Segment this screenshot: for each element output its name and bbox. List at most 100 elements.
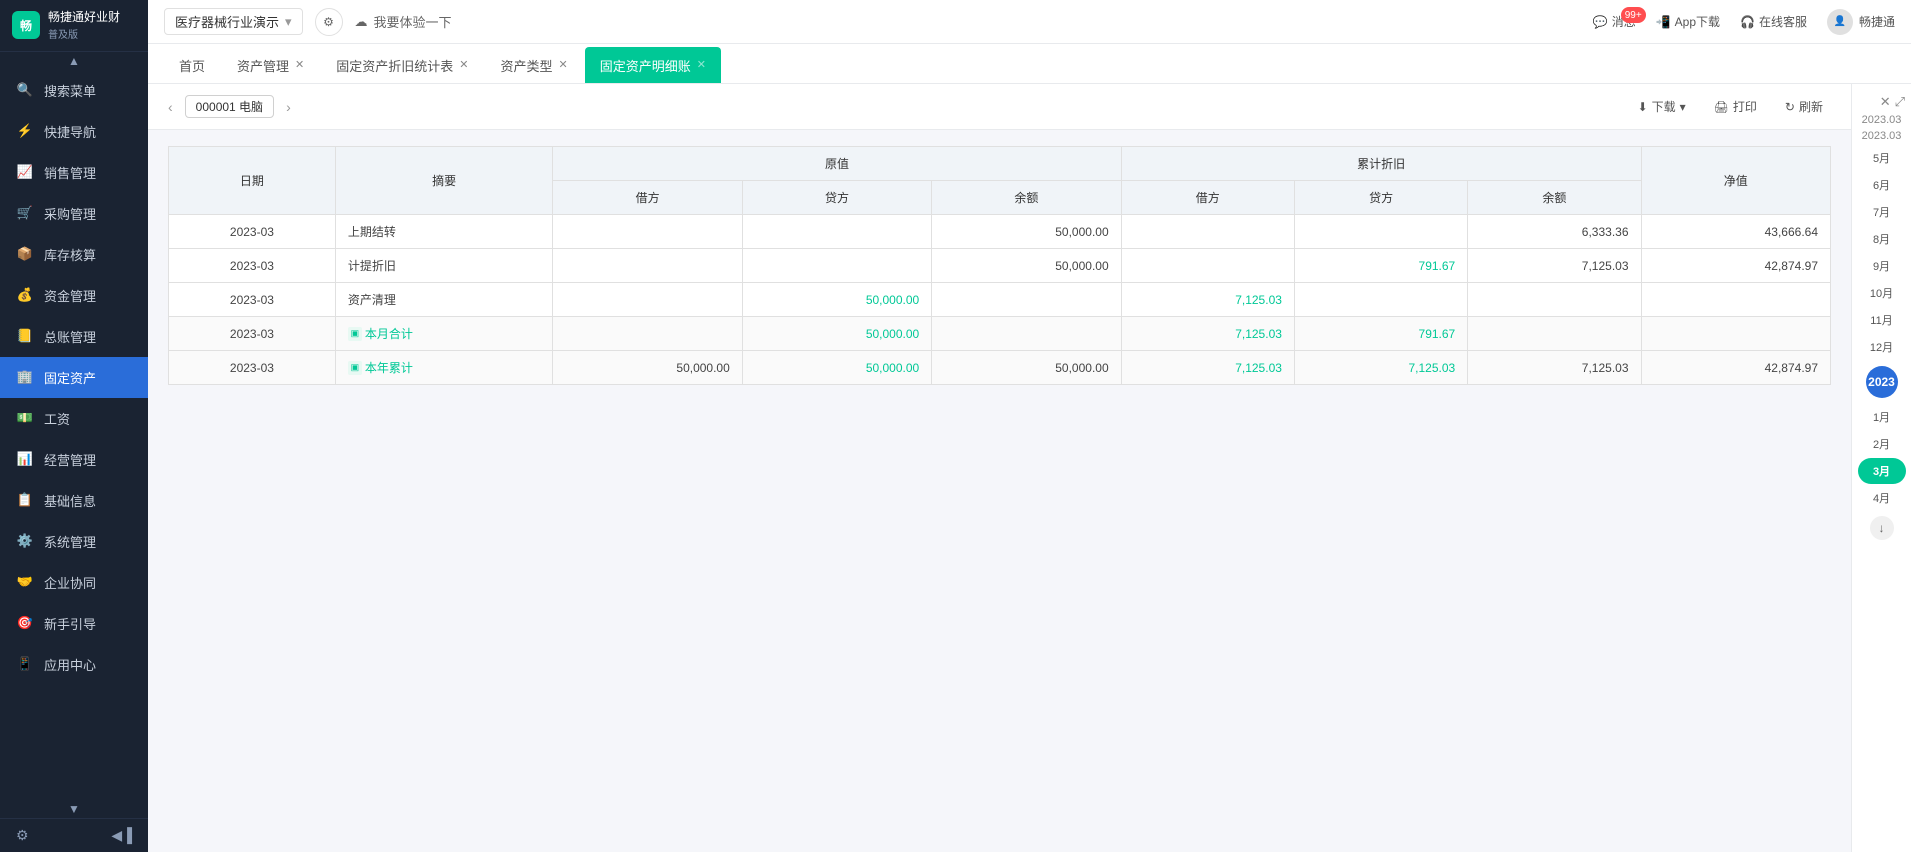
- logo-icon: 畅: [12, 11, 40, 39]
- sidebar-item-collab[interactable]: 🤝 企业协同: [0, 562, 148, 603]
- asset-code: 000001 电脑: [196, 100, 263, 114]
- chevron-down-icon: ▾: [285, 14, 292, 30]
- refresh-button[interactable]: ↻ 刷新: [1777, 94, 1831, 119]
- sidebar-item-basic[interactable]: 📋 基础信息: [0, 480, 148, 521]
- sidebar-item-purchase[interactable]: 🛒 采购管理: [0, 193, 148, 234]
- app-download-button[interactable]: 📲 App下载: [1656, 13, 1720, 30]
- sidebar-item-ledger[interactable]: 📒 总账管理: [0, 316, 148, 357]
- panel-month-item[interactable]: 9月: [1858, 253, 1906, 279]
- cell-summary: 资产清理: [335, 283, 553, 317]
- sidebar-item-nav[interactable]: ⚡ 快捷导航: [0, 111, 148, 152]
- cell-orig-credit: 50,000.00: [742, 351, 931, 385]
- sidebar-item-system[interactable]: ⚙️ 系统管理: [0, 521, 148, 562]
- col-summary: 摘要: [335, 147, 553, 215]
- avatar: 👤: [1827, 9, 1853, 35]
- cell-orig-debit: [553, 283, 742, 317]
- col-original-value: 原值: [553, 147, 1121, 181]
- sidebar-item-label: 工资: [44, 409, 70, 428]
- sidebar-item-search[interactable]: 🔍 搜索菜单: [0, 70, 148, 111]
- cell-orig-balance: 50,000.00: [932, 249, 1121, 283]
- sidebar-item-label: 快捷导航: [44, 122, 96, 141]
- download-button[interactable]: ⬇ 下载 ▾: [1630, 94, 1694, 119]
- tab-depreciation-stat[interactable]: 固定资产折旧统计表 ✕: [321, 47, 483, 83]
- user-menu[interactable]: 👤 畅捷通: [1827, 9, 1895, 35]
- tab-asset-mgmt[interactable]: 资产管理 ✕: [222, 47, 319, 83]
- tab-home[interactable]: 首页: [164, 47, 220, 83]
- search-icon: 🔍: [16, 81, 34, 99]
- print-button[interactable]: 🖨 打印: [1706, 94, 1765, 119]
- user-icon: 👤: [1834, 16, 1846, 27]
- asset-code-badge: 000001 电脑: [185, 95, 274, 118]
- topbar: 医疗器械行业演示 ▾ ⚙ ☁ 我要体验一下 💬 消息 99+ 📲 App下载 🎧…: [148, 0, 1911, 44]
- sidebar-item-label: 基础信息: [44, 491, 96, 510]
- sidebar-scroll-down[interactable]: ▼: [68, 802, 80, 816]
- customer-service-button[interactable]: 🎧 在线客服: [1740, 13, 1807, 30]
- panel-expand-button[interactable]: ↓: [1870, 516, 1894, 540]
- panel-month-item[interactable]: 5月: [1858, 145, 1906, 171]
- gear-icon: ⚙: [323, 15, 334, 29]
- cell-orig-credit: 50,000.00: [742, 283, 931, 317]
- panel-month-item[interactable]: 4月: [1858, 485, 1906, 511]
- cell-date: 2023-03: [169, 283, 336, 317]
- main-area: 医疗器械行业演示 ▾ ⚙ ☁ 我要体验一下 💬 消息 99+ 📲 App下载 🎧…: [148, 0, 1911, 852]
- panel-close-icon[interactable]: ✕: [1880, 94, 1891, 110]
- chevron-down-icon: ▾: [1680, 100, 1686, 114]
- topbar-settings-button[interactable]: ⚙: [315, 8, 343, 36]
- sidebar-item-label: 固定资产: [44, 368, 96, 387]
- panel-month-item[interactable]: 8月: [1858, 226, 1906, 252]
- sidebar-item-guide[interactable]: 🎯 新手引导: [0, 603, 148, 644]
- panel-expand-icon[interactable]: ⤢: [1895, 94, 1905, 110]
- panel-month-item[interactable]: 12月: [1858, 334, 1906, 360]
- sidebar-settings-icon[interactable]: ⚙: [16, 827, 29, 844]
- toolbar-prev-btn[interactable]: ‹: [168, 99, 173, 115]
- cell-orig-credit: 50,000.00: [742, 317, 931, 351]
- sidebar-item-payroll[interactable]: 💵 工资: [0, 398, 148, 439]
- sidebar-item-ops[interactable]: 📊 经营管理: [0, 439, 148, 480]
- tab-asset-detail[interactable]: 固定资产明细账 ✕: [585, 47, 721, 83]
- panel-month-item[interactable]: 2月: [1858, 431, 1906, 457]
- tab-depreciation-stat-label: 固定资产折旧统计表: [336, 56, 453, 75]
- sidebar-item-sales[interactable]: 📈 销售管理: [0, 152, 148, 193]
- panel-month-item[interactable]: 6月: [1858, 172, 1906, 198]
- experience-button[interactable]: ☁ 我要体验一下: [355, 12, 452, 31]
- cell-orig-debit: [553, 249, 742, 283]
- tab-asset-detail-label: 固定资产明细账: [600, 56, 691, 75]
- experience-label: 我要体验一下: [374, 12, 452, 31]
- sidebar-item-label: 总账管理: [44, 327, 96, 346]
- tab-asset-detail-close[interactable]: ✕: [697, 60, 706, 71]
- sidebar-item-finance[interactable]: 💰 资金管理: [0, 275, 148, 316]
- cell-orig-balance: [932, 283, 1121, 317]
- tab-asset-type-close[interactable]: ✕: [559, 60, 568, 71]
- panel-year-row: 2023: [1852, 365, 1911, 399]
- message-button[interactable]: 💬 消息 99+: [1593, 13, 1636, 30]
- panel-month-item[interactable]: 7月: [1858, 199, 1906, 225]
- cell-orig-balance: 50,000.00: [932, 215, 1121, 249]
- sidebar-scroll-up[interactable]: ▲: [68, 54, 80, 68]
- tab-asset-type[interactable]: 资产类型 ✕: [485, 47, 582, 83]
- toolbar-next-btn[interactable]: ›: [286, 99, 291, 115]
- panel-month-item[interactable]: 11月: [1858, 307, 1906, 333]
- print-icon: 🖨: [1714, 100, 1729, 114]
- toolbar-right: ⬇ 下载 ▾ 🖨 打印 ↻ 刷新: [1630, 94, 1831, 119]
- panel-month-item[interactable]: 1月: [1858, 404, 1906, 430]
- cell-accum-debit: 7,125.03: [1121, 283, 1294, 317]
- sidebar-collapse-icon[interactable]: ◀▐: [111, 827, 132, 844]
- tab-asset-mgmt-close[interactable]: ✕: [295, 60, 304, 71]
- sidebar-item-app-center[interactable]: 📱 应用中心: [0, 644, 148, 685]
- col-orig-balance: 余额: [932, 181, 1121, 215]
- cell-accum-balance: [1468, 283, 1641, 317]
- sidebar-item-inventory[interactable]: 📦 库存核算: [0, 234, 148, 275]
- tab-depreciation-stat-close[interactable]: ✕: [459, 60, 468, 71]
- panel-month-item[interactable]: 3月: [1858, 458, 1906, 484]
- company-selector[interactable]: 医疗器械行业演示 ▾: [164, 8, 303, 35]
- content-area: ‹ 000001 电脑 › ⬇ 下载 ▾ 🖨 打印 ↻: [148, 84, 1911, 852]
- ops-icon: 📊: [16, 450, 34, 468]
- sidebar-item-label: 搜索菜单: [44, 81, 96, 100]
- panel-month-item[interactable]: 10月: [1858, 280, 1906, 306]
- cell-accum-balance: 7,125.03: [1468, 249, 1641, 283]
- right-panel: ✕ ⤢ 2023.03 2023.03 5月6月7月8月9月10月11月12月 …: [1851, 84, 1911, 852]
- customer-service-label: 在线客服: [1759, 13, 1807, 30]
- panel-year-badge[interactable]: 2023: [1866, 366, 1898, 398]
- sidebar-item-fixed-assets[interactable]: 🏢 固定资产: [0, 357, 148, 398]
- experience-icon: ☁: [355, 14, 368, 30]
